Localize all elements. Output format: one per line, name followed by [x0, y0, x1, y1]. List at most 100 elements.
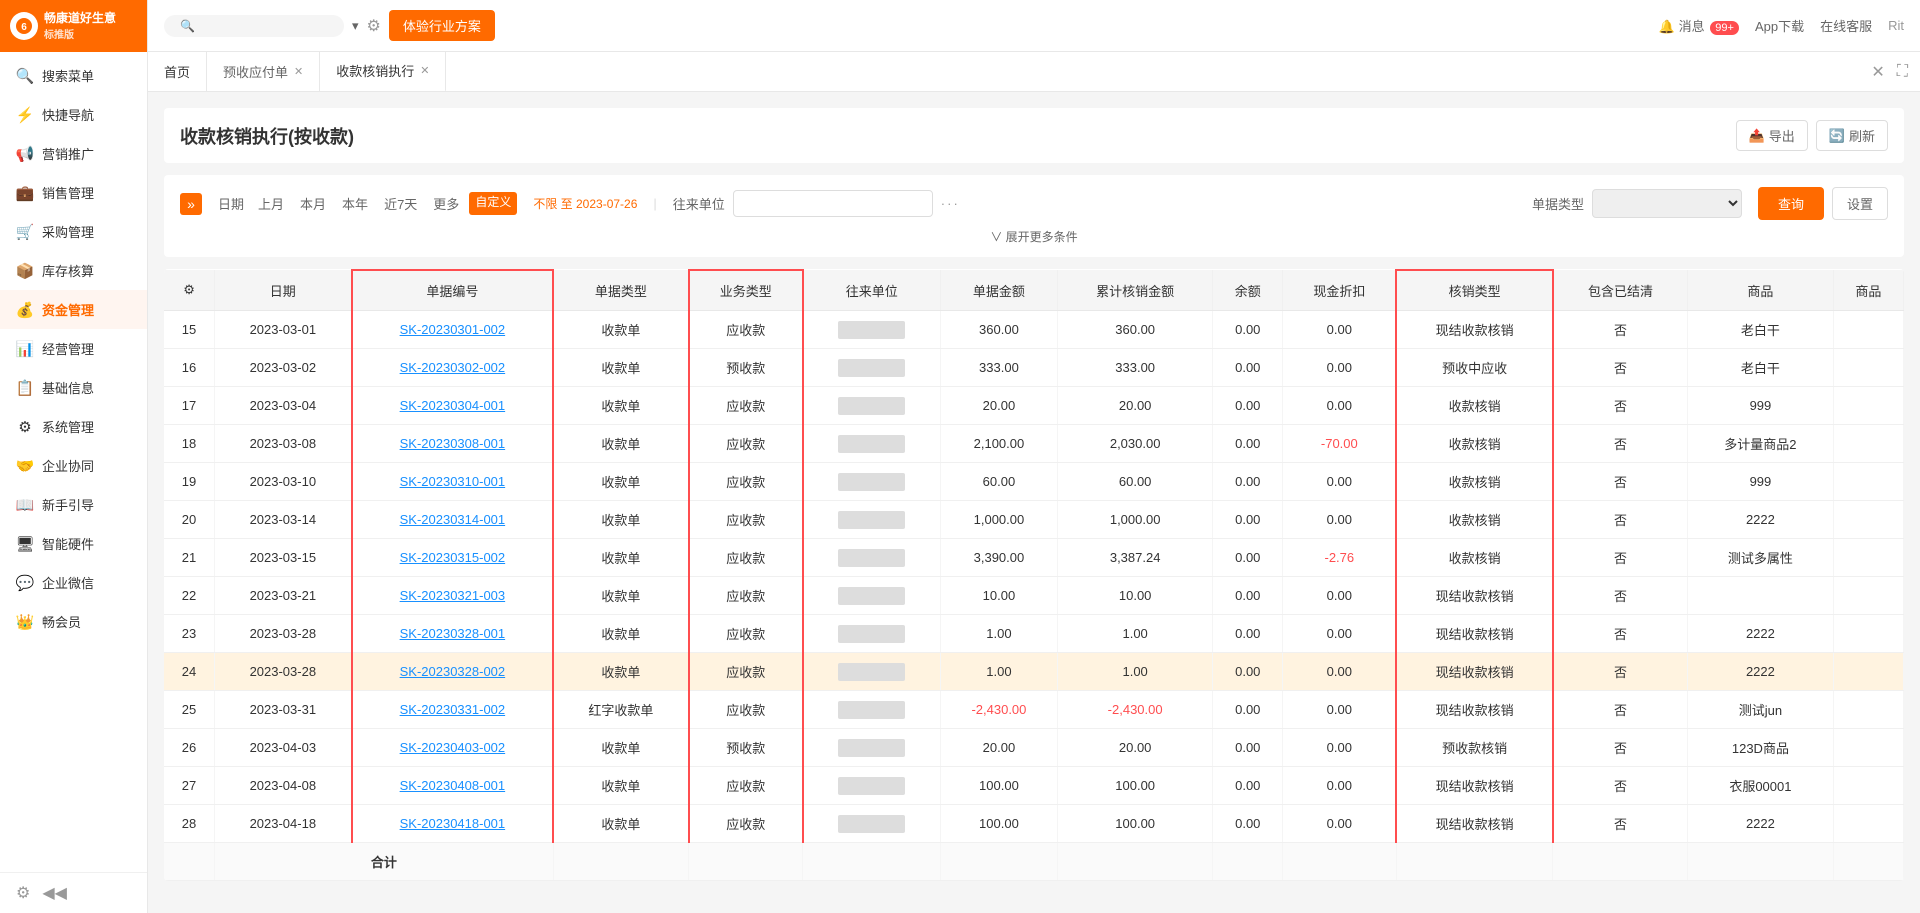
table-header-row: ⚙ 日期 单据编号 单据类型 业务类型 往来单位 单据金额 累计核销金额 余额 … — [164, 270, 1904, 311]
date-btn-last-month[interactable]: 上月 — [252, 192, 290, 215]
col-product2-header: 商品 — [1833, 270, 1903, 311]
topbar: 🔍 ▾ ⚙ 体验行业方案 🔔 消息 99+ App下载 在线客服 Rit — [148, 0, 1920, 52]
nav-icon: 🔍 — [16, 67, 34, 85]
sidebar-item-快捷导航[interactable]: ⚡快捷导航 — [0, 95, 147, 134]
row-writeoff-amount: 100.00 — [1058, 767, 1213, 805]
row-partner — [803, 501, 940, 539]
date-custom[interactable]: 自定义 — [469, 192, 517, 215]
topbar-search[interactable]: 🔍 — [164, 15, 344, 37]
page-title: 收款核销执行(按收款) — [180, 123, 354, 149]
sidebar-item-基础信息[interactable]: 📋基础信息 — [0, 368, 147, 407]
row-balance: 0.00 — [1213, 349, 1283, 387]
row-no: 21 — [164, 539, 215, 577]
nav-icon: 📋 — [16, 379, 34, 397]
row-no: 18 — [164, 425, 215, 463]
order-no-link[interactable]: SK-20230328-001 — [400, 626, 506, 641]
tab-close-all[interactable]: ✕ — [1867, 58, 1888, 86]
row-writeoff-amount: 1,000.00 — [1058, 501, 1213, 539]
row-product2 — [1833, 767, 1903, 805]
query-button[interactable]: 查询 — [1758, 187, 1824, 220]
tab-writeoff[interactable]: 收款核销执行 ✕ — [320, 52, 446, 92]
row-cash-discount: 0.00 — [1283, 501, 1396, 539]
row-biztype: 应收款 — [689, 463, 803, 501]
row-date: 2023-03-31 — [215, 691, 352, 729]
order-no-link[interactable]: SK-20230310-001 — [400, 474, 506, 489]
col-settings-header[interactable]: ⚙ — [164, 270, 215, 311]
filter-toggle[interactable]: » — [180, 193, 202, 215]
order-no-link[interactable]: SK-20230301-002 — [400, 322, 506, 337]
row-doctype: 红字收款单 — [553, 691, 688, 729]
sidebar-item-营销推广[interactable]: 📢营销推广 — [0, 134, 147, 173]
col-order-no-header: 单据编号 — [352, 270, 554, 311]
tab-prepayment-close[interactable]: ✕ — [294, 65, 303, 78]
tab-expand[interactable]: ⛶ — [1893, 59, 1912, 85]
order-no-link[interactable]: SK-20230403-002 — [400, 740, 506, 755]
sidebar-item-经营管理[interactable]: 📊经营管理 — [0, 329, 147, 368]
col-date-header: 日期 — [215, 270, 352, 311]
online-service[interactable]: 在线客服 — [1820, 16, 1872, 35]
row-partner — [803, 615, 940, 653]
order-no-link[interactable]: SK-20230302-002 — [400, 360, 506, 375]
app-download[interactable]: App下载 — [1755, 16, 1804, 35]
tab-home-label: 首页 — [164, 62, 190, 81]
row-order-no: SK-20230331-002 — [352, 691, 554, 729]
order-no-link[interactable]: SK-20230308-001 — [400, 436, 506, 451]
date-range-display: 不限 至 2023-07-26 — [533, 195, 637, 212]
row-no: 16 — [164, 349, 215, 387]
date-btn-this-month[interactable]: 本月 — [294, 192, 332, 215]
collapse-icon[interactable]: ◀◀ — [42, 883, 67, 903]
order-no-link[interactable]: SK-20230328-002 — [400, 664, 506, 679]
row-writeoff-type: 收款核销 — [1396, 539, 1553, 577]
solution-button[interactable]: 体验行业方案 — [389, 10, 495, 41]
sidebar-item-采购管理[interactable]: 🛒采购管理 — [0, 212, 147, 251]
tab-prepayment[interactable]: 预收应付单 ✕ — [207, 52, 320, 92]
partner-input[interactable] — [733, 190, 933, 217]
order-no-link[interactable]: SK-20230315-002 — [400, 550, 506, 565]
row-no: 19 — [164, 463, 215, 501]
sidebar-item-新手引导[interactable]: 📖新手引导 — [0, 485, 147, 524]
sidebar-item-智能硬件[interactable]: 🖥智能硬件 — [0, 524, 147, 563]
settings-button[interactable]: 设置 — [1832, 187, 1888, 220]
date-btn-more[interactable]: 更多 — [427, 192, 465, 215]
row-writeoff-amount: 20.00 — [1058, 729, 1213, 767]
sidebar-item-畅会员[interactable]: 👑畅会员 — [0, 602, 147, 641]
order-no-link[interactable]: SK-20230321-003 — [400, 588, 506, 603]
row-no: 28 — [164, 805, 215, 843]
date-filter: 日期 上月 本月 本年 近7天 更多 自定义 — [218, 192, 517, 215]
topbar-dropdown[interactable]: ▾ — [352, 18, 359, 34]
refresh-button[interactable]: 🔄 刷新 — [1816, 120, 1888, 151]
row-settled: 否 — [1553, 539, 1688, 577]
row-biztype: 应收款 — [689, 767, 803, 805]
sidebar-item-库存核算[interactable]: 📦库存核算 — [0, 251, 147, 290]
order-no-link[interactable]: SK-20230408-001 — [400, 778, 506, 793]
row-writeoff-type: 收款核销 — [1396, 387, 1553, 425]
row-no: 24 — [164, 653, 215, 691]
sidebar-item-企业微信[interactable]: 💬企业微信 — [0, 563, 147, 602]
sidebar-item-搜索菜单[interactable]: 🔍搜索菜单 — [0, 56, 147, 95]
nav-label: 销售管理 — [42, 183, 94, 202]
tab-writeoff-close[interactable]: ✕ — [420, 64, 429, 77]
order-no-link[interactable]: SK-20230331-002 — [400, 702, 506, 717]
expand-conditions-button[interactable]: ∨ 展开更多条件 — [990, 228, 1077, 245]
row-biztype: 应收款 — [689, 615, 803, 653]
date-btn-7days[interactable]: 近7天 — [378, 192, 423, 215]
table-row: 23 2023-03-28 SK-20230328-001 收款单 应收款 1.… — [164, 615, 1904, 653]
sidebar-item-系统管理[interactable]: ⚙系统管理 — [0, 407, 147, 446]
row-settled: 否 — [1553, 501, 1688, 539]
sidebar-item-资金管理[interactable]: 💰资金管理 — [0, 290, 147, 329]
doctype-select[interactable] — [1592, 189, 1742, 218]
order-no-link[interactable]: SK-20230418-001 — [400, 816, 506, 831]
sidebar-item-销售管理[interactable]: 💼销售管理 — [0, 173, 147, 212]
settings-icon[interactable]: ⚙ — [16, 883, 30, 903]
row-writeoff-amount: 10.00 — [1058, 577, 1213, 615]
date-btn-this-year[interactable]: 本年 — [336, 192, 374, 215]
sidebar-item-企业协同[interactable]: 🤝企业协同 — [0, 446, 147, 485]
tab-home[interactable]: 首页 — [148, 52, 207, 92]
export-button[interactable]: 📤 导出 — [1736, 120, 1808, 151]
gear-icon[interactable]: ⚙ — [367, 16, 381, 36]
app-version: 标推版 — [44, 26, 116, 41]
order-no-link[interactable]: SK-20230314-001 — [400, 512, 506, 527]
order-no-link[interactable]: SK-20230304-001 — [400, 398, 506, 413]
tab-writeoff-label: 收款核销执行 — [336, 61, 414, 80]
message-area[interactable]: 🔔 消息 99+ — [1659, 16, 1739, 35]
